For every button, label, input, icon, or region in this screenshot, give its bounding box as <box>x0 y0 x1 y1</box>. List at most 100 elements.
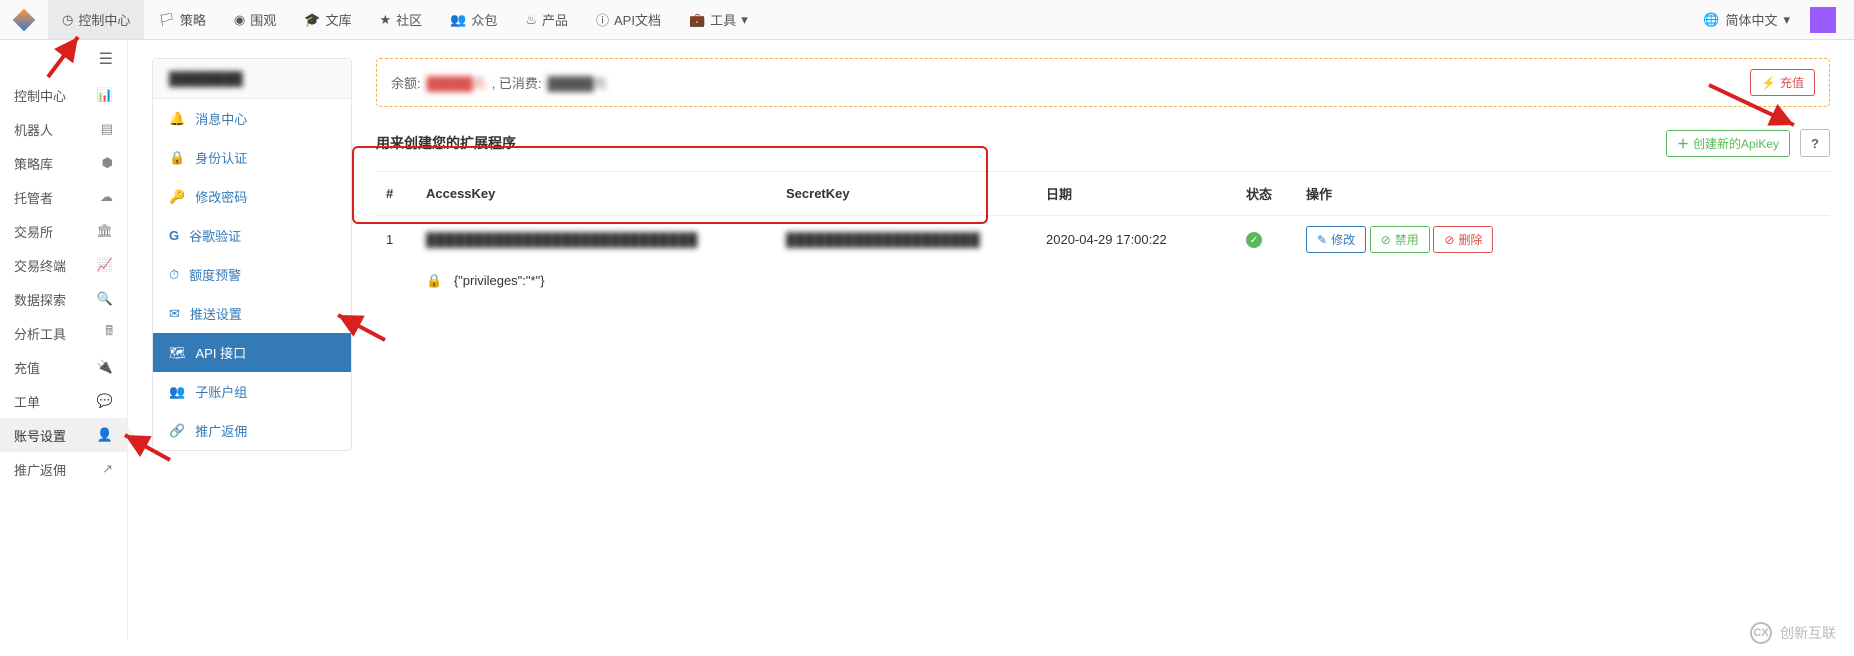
consumed-value: █████元 <box>548 73 607 92</box>
sidebar-item-account-settings[interactable]: 账号设置 👤 <box>0 418 127 452</box>
help-button[interactable]: ? <box>1800 129 1830 157</box>
subnav-item-subaccount[interactable]: 👥 子账户组 <box>153 372 351 411</box>
subnav-item-label: 子账户组 <box>195 382 247 401</box>
top-nav-items: ◷ 控制中心 🏳 策略 ◉ 围观 🎓 文库 ★ 社区 👥 众包 ♨ 产品 ⓘ <box>48 0 762 39</box>
flag-icon: 🏳 <box>158 12 175 28</box>
sidebar-item-recharge[interactable]: 充值 🔌 <box>0 350 127 384</box>
plug-icon: 🔌 <box>97 359 113 375</box>
side-nav: ☰ 控制中心 📊 机器人 ▤ 策略库 ⬢ 托管者 ☁ 交易所 🏛 交易终端 📈 … <box>0 40 128 640</box>
sidebar-item-label: 控制中心 <box>14 86 66 105</box>
subnav-item-label: 推送设置 <box>190 304 242 323</box>
section-title: 用来创建您的扩展程序 <box>376 133 516 153</box>
sidebar-item-exchange[interactable]: 交易所 🏛 <box>0 214 127 248</box>
cell-accesskey: ████████████████████████████ <box>416 216 776 264</box>
sidebar-item-label: 托管者 <box>14 188 53 207</box>
app-logo[interactable] <box>0 10 48 30</box>
top-item-watch[interactable]: ◉ 围观 <box>220 0 290 39</box>
clock-icon: ⏱ <box>169 267 179 283</box>
top-item-control-center[interactable]: ◷ 控制中心 <box>48 0 144 39</box>
top-item-crowd[interactable]: 👥 众包 <box>436 0 511 39</box>
delete-button[interactable]: ⊘ 删除 <box>1433 226 1493 253</box>
chart-icon: 📈 <box>97 257 113 273</box>
language-selector[interactable]: 🌐 简体中文 ▾ <box>1689 10 1804 29</box>
top-item-community[interactable]: ★ 社区 <box>365 0 436 39</box>
sidebar-item-strategy-lib[interactable]: 策略库 ⬢ <box>0 146 127 180</box>
top-item-label: 策略 <box>180 10 206 29</box>
create-apikey-button[interactable]: ＋ 创建新的ApiKey <box>1666 130 1790 157</box>
user-icon: 👤 <box>97 427 113 443</box>
calculator-icon: 🖩 <box>105 322 113 344</box>
recharge-button[interactable]: ⚡ 充值 <box>1750 69 1815 96</box>
top-item-label: 众包 <box>471 10 497 29</box>
sidebar-item-analysis[interactable]: 分析工具 🖩 <box>0 316 127 350</box>
subnav-item-password[interactable]: 🔑 修改密码 <box>153 177 351 216</box>
subnav-item-referral[interactable]: 🔗 推广返佣 <box>153 411 351 450</box>
check-icon: ✓ <box>1246 232 1262 248</box>
sidebar-item-control-center[interactable]: 控制中心 📊 <box>0 78 127 112</box>
top-item-label: API文档 <box>614 10 661 29</box>
edit-button[interactable]: ✎ 修改 <box>1306 226 1366 253</box>
sidebar-item-data-explore[interactable]: 数据探索 🔍 <box>0 282 127 316</box>
subnav-item-identity[interactable]: 🔒 身份认证 <box>153 138 351 177</box>
sidebar-item-label: 策略库 <box>14 154 53 173</box>
globe-icon: 🌐 <box>1703 12 1719 28</box>
question-icon: ? <box>1811 136 1819 151</box>
top-item-label: 围观 <box>250 10 276 29</box>
subnav-item-label: 消息中心 <box>195 109 247 128</box>
th-status: 状态 <box>1236 172 1296 216</box>
chevron-down-icon: ▾ <box>1783 12 1790 28</box>
top-item-label: 文库 <box>325 10 351 29</box>
th-ops: 操作 <box>1296 172 1830 216</box>
cell-secretkey: ████████████████████ <box>776 216 1036 264</box>
subnav-item-label: 推广返佣 <box>195 421 247 440</box>
disable-button[interactable]: ⊘ 禁用 <box>1370 226 1430 253</box>
chat-icon: 💬 <box>97 393 113 409</box>
watermark: CX 创新互联 <box>1750 622 1836 644</box>
subnav-item-quota-alert[interactable]: ⏱ 额度预警 <box>153 255 351 294</box>
main-content: 余额: █████元 , 已消费: █████元 ⚡ 充值 用来创建您的扩展程序… <box>352 40 1854 640</box>
bolt-icon: ⚡ <box>1761 76 1776 90</box>
top-item-label: 社区 <box>396 10 422 29</box>
share-icon: 🔗 <box>169 423 185 439</box>
subnav-item-push-settings[interactable]: ✉ 推送设置 <box>153 294 351 333</box>
button-label: 充值 <box>1780 74 1804 91</box>
settings-subnav-header: ████████ <box>153 59 351 99</box>
top-item-product[interactable]: ♨ 产品 <box>511 0 582 39</box>
subnav-item-google-auth[interactable]: G 谷歌验证 <box>153 216 351 255</box>
subnav-item-label: 谷歌验证 <box>189 226 241 245</box>
bell-icon: 🔔 <box>169 111 185 127</box>
top-item-label: 控制中心 <box>78 10 130 29</box>
balance-label: 余额: <box>391 73 421 92</box>
sidebar-item-label: 充值 <box>14 358 40 377</box>
top-item-label: 产品 <box>542 10 568 29</box>
sidebar-item-label: 工单 <box>14 392 40 411</box>
sidebar-item-label: 分析工具 <box>14 324 66 343</box>
sidebar-item-terminal[interactable]: 交易终端 📈 <box>0 248 127 282</box>
chevron-down-icon: ▾ <box>741 12 748 28</box>
sidebar-item-label: 数据探索 <box>14 290 66 309</box>
menu-icon: ☰ <box>99 49 113 69</box>
edit-icon: ✎ <box>1317 233 1327 247</box>
top-item-strategy[interactable]: 🏳 策略 <box>144 0 220 39</box>
top-item-tools[interactable]: 💼 工具 ▾ <box>675 0 762 39</box>
sidebar-item-robot[interactable]: 机器人 ▤ <box>0 112 127 146</box>
cell-status: ✓ <box>1236 216 1296 264</box>
people-icon: 👥 <box>450 12 466 28</box>
top-item-label: 工具 <box>710 10 736 29</box>
plus-icon: ＋ <box>1677 135 1689 152</box>
top-item-library[interactable]: 🎓 文库 <box>290 0 365 39</box>
sidebar-toggle[interactable]: ☰ <box>0 40 127 78</box>
sidebar-item-label: 交易终端 <box>14 256 66 275</box>
sidebar-item-ticket[interactable]: 工单 💬 <box>0 384 127 418</box>
eye-icon: ◉ <box>234 12 245 28</box>
subnav-item-api[interactable]: 🗺 API 接口 <box>153 333 351 372</box>
watermark-text: 创新互联 <box>1780 623 1836 643</box>
table-header-row: # AccessKey SecretKey 日期 状态 操作 <box>376 172 1830 216</box>
user-avatar[interactable] <box>1810 7 1836 33</box>
sidebar-item-label: 推广返佣 <box>14 460 66 479</box>
subnav-item-messages[interactable]: 🔔 消息中心 <box>153 99 351 138</box>
sidebar-item-hoster[interactable]: 托管者 ☁ <box>0 180 127 214</box>
sidebar-item-referral[interactable]: 推广返佣 ↗ <box>0 452 127 486</box>
button-label: 修改 <box>1331 231 1355 248</box>
top-item-api-docs[interactable]: ⓘ API文档 <box>582 0 675 39</box>
